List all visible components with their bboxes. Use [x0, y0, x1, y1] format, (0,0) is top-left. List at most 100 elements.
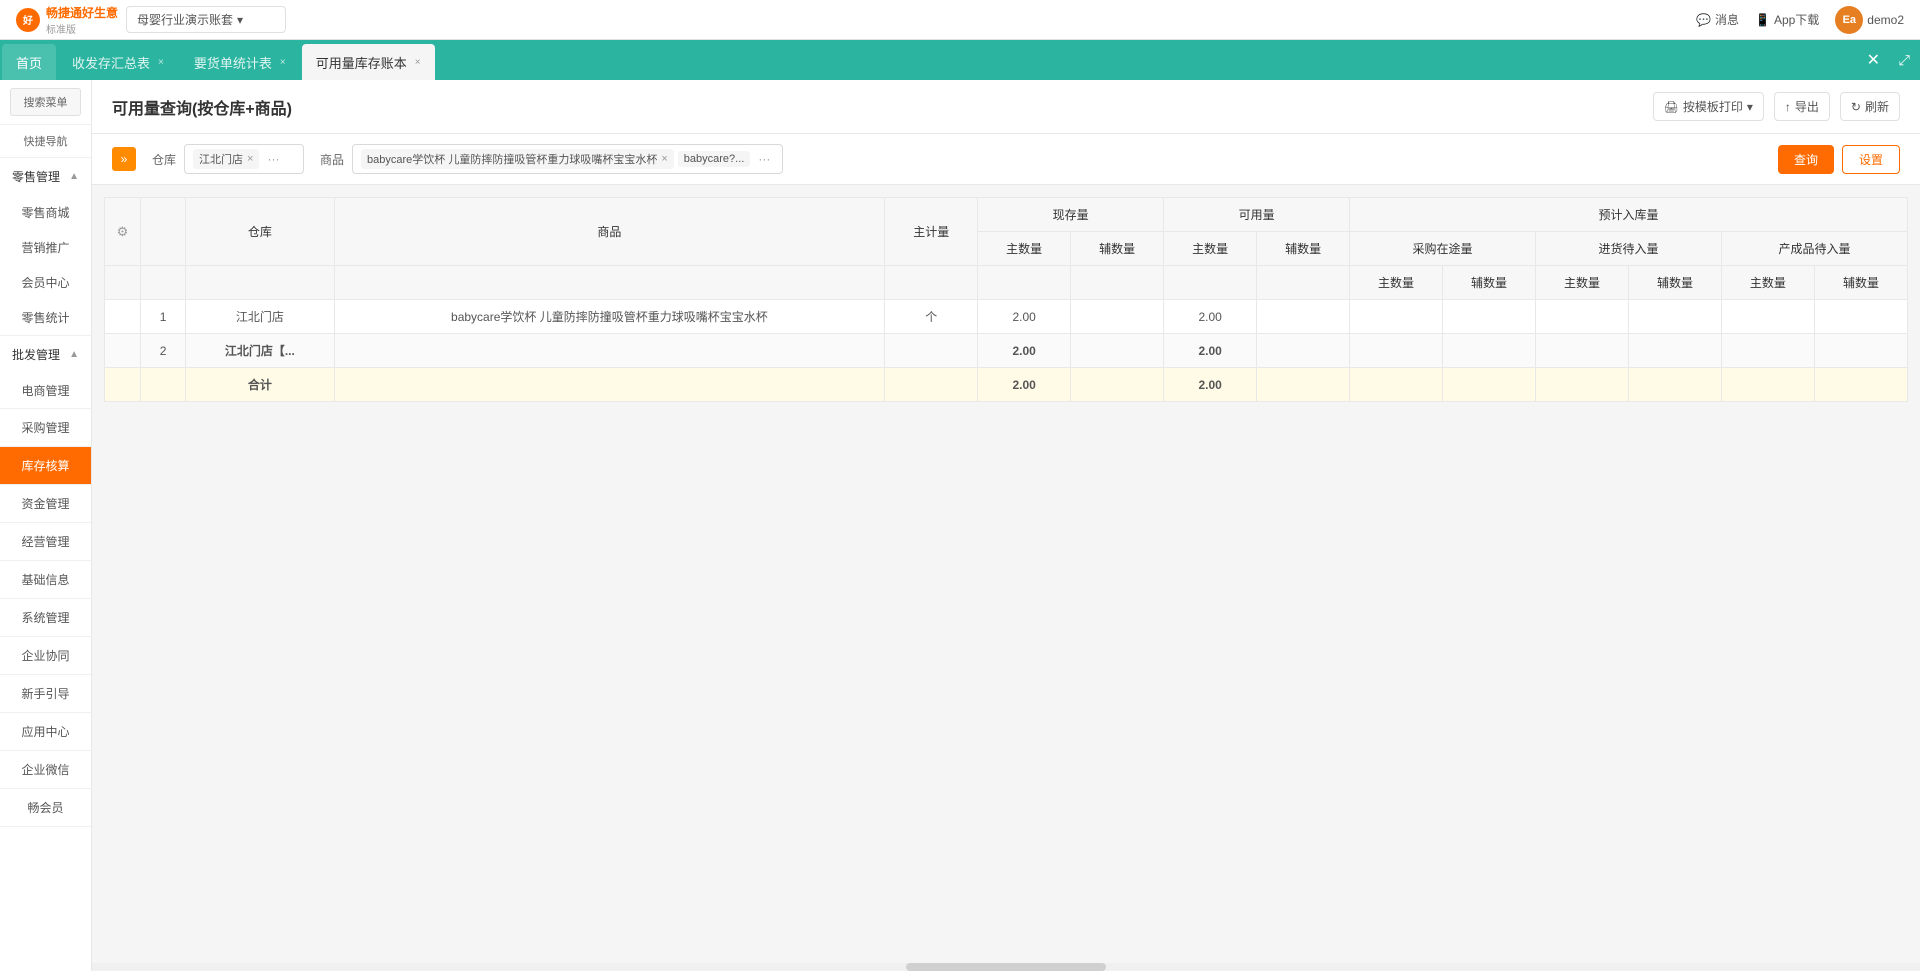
tf-avail-main: 2.00	[1164, 368, 1257, 402]
th-sub-current-main	[978, 266, 1071, 300]
sidebar-section-retail-label: 零售管理	[12, 168, 60, 185]
sidebar-item-chang-member[interactable]: 畅会员	[0, 789, 91, 827]
tab-available-close[interactable]: ×	[415, 57, 421, 68]
tab-order-stats[interactable]: 要货单统计表 ×	[180, 44, 300, 80]
tab-available-label: 可用量库存账本	[316, 53, 407, 72]
th-production-aux: 辅数量	[1814, 266, 1907, 300]
sidebar-item-enterprise-wechat[interactable]: 企业微信	[0, 751, 91, 789]
logo-info: 畅捷通好生意 标准版	[46, 4, 118, 36]
app-download-action[interactable]: 📱 App下载	[1755, 11, 1819, 28]
settings-icon[interactable]: ⚙	[117, 224, 129, 239]
sidebar-item-app-center[interactable]: 应用中心	[0, 713, 91, 751]
tenant-selector[interactable]: 母婴行业演示账套 ▾	[126, 6, 286, 33]
td-inbound-aux-2	[1628, 334, 1721, 368]
tenant-name: 母婴行业演示账套	[137, 11, 233, 28]
print-btn[interactable]: 🖨 按模板打印 ▾	[1653, 92, 1764, 121]
filter-expand-btn[interactable]: »	[112, 147, 136, 171]
quick-nav-button[interactable]: 快捷导航	[0, 125, 91, 158]
product-tag-1-remove[interactable]: ×	[661, 153, 667, 165]
sidebar-item-operation[interactable]: 经营管理	[0, 523, 91, 561]
sidebar-item-finance[interactable]: 资金管理	[0, 485, 91, 523]
sidebar-search-button[interactable]: 搜索菜单	[10, 88, 81, 116]
retail-section-arrow: ▲	[69, 171, 79, 182]
message-action[interactable]: 💬 消息	[1696, 11, 1739, 28]
logo-sub: 标准版	[46, 21, 118, 36]
tf-current-main: 2.00	[978, 368, 1071, 402]
th-current-stock-group: 现存量	[978, 198, 1164, 232]
tab-home[interactable]: 首页	[2, 44, 56, 80]
table-row: 2 江北门店【... 2.00 2.00	[105, 334, 1908, 368]
sidebar-item-new-guide[interactable]: 新手引导	[0, 675, 91, 713]
th-index	[141, 198, 186, 266]
warehouse-tag-text: 江北门店	[199, 151, 243, 167]
tf-label: 合计	[186, 368, 334, 402]
message-icon: 💬	[1696, 13, 1711, 27]
td-current-main-2: 2.00	[978, 334, 1071, 368]
td-product-2	[334, 334, 885, 368]
tab-receive-label: 收发存汇总表	[72, 53, 150, 72]
td-production-main-2	[1721, 334, 1814, 368]
td-warehouse-2: 江北门店【...	[186, 334, 334, 368]
tab-receive-summary[interactable]: 收发存汇总表 ×	[58, 44, 178, 80]
product-more-dots[interactable]: ···	[754, 152, 774, 166]
tab-home-label: 首页	[16, 53, 42, 72]
table-body: 1 江北门店 babycare学饮杯 儿童防摔防撞吸管杯重力球吸嘴杯宝宝水杯 个…	[105, 300, 1908, 368]
logo-text: 畅捷通好生意	[46, 4, 118, 21]
export-btn[interactable]: ↑ 导出	[1774, 92, 1830, 121]
th-current-main: 主数量	[978, 232, 1071, 266]
sidebar-item-inventory[interactable]: 库存核算	[0, 447, 91, 485]
td-current-aux-2	[1071, 334, 1164, 368]
td-gear-2	[105, 334, 141, 368]
print-label: 按模板打印	[1683, 98, 1743, 115]
th-inbound-pending-group: 进货待入量	[1536, 232, 1722, 266]
tf-production-main	[1721, 368, 1814, 402]
th-production-pending-group: 产成品待入量	[1721, 232, 1907, 266]
sidebar-item-marketing[interactable]: 营销推广	[0, 230, 91, 265]
tab-receive-close[interactable]: ×	[158, 57, 164, 68]
td-avail-main-2: 2.00	[1164, 334, 1257, 368]
td-inbound-main-1	[1536, 300, 1629, 334]
sidebar-item-retail-stats[interactable]: 零售统计	[0, 300, 91, 335]
warehouse-filter-input[interactable]: 江北门店 × ···	[184, 144, 304, 174]
tf-gear	[105, 368, 141, 402]
refresh-btn[interactable]: ↻ 刷新	[1840, 92, 1900, 121]
th-purchase-aux: 辅数量	[1443, 266, 1536, 300]
th-unit: 主计量	[885, 198, 978, 266]
tab-available-stock[interactable]: 可用量库存账本 ×	[302, 44, 435, 80]
table-area: ⚙ 仓库 商品 主计量 现存量 可用量 预计入库量 主数量 辅数量 主数量	[92, 185, 1920, 963]
sidebar-item-members[interactable]: 会员中心	[0, 265, 91, 300]
td-inbound-main-2	[1536, 334, 1629, 368]
data-table: ⚙ 仓库 商品 主计量 现存量 可用量 预计入库量 主数量 辅数量 主数量	[104, 197, 1908, 402]
bottom-scrollbar[interactable]	[92, 963, 1920, 971]
sidebar-item-purchase[interactable]: 采购管理	[0, 409, 91, 447]
product-filter-input[interactable]: babycare学饮杯 儿童防摔防撞吸管杯重力球吸嘴杯宝宝水杯 × babyca…	[352, 144, 783, 174]
td-avail-aux-1	[1257, 300, 1350, 334]
tf-current-aux	[1071, 368, 1164, 402]
warehouse-tag-remove[interactable]: ×	[247, 153, 253, 165]
query-button[interactable]: 查询	[1778, 145, 1834, 174]
sidebar-section-wholesale: 批发管理 ▲ 电商管理	[0, 336, 91, 409]
td-inbound-aux-1	[1628, 300, 1721, 334]
sidebar-item-enterprise-collab[interactable]: 企业协同	[0, 637, 91, 675]
app-download-label: App下载	[1774, 11, 1819, 28]
tab-order-close[interactable]: ×	[280, 57, 286, 68]
td-unit-1: 个	[885, 300, 978, 334]
close-all-tabs[interactable]: ✕	[1867, 50, 1880, 70]
td-purchase-main-1	[1350, 300, 1443, 334]
sidebar-section-wholesale-header[interactable]: 批发管理 ▲	[0, 336, 91, 373]
nav-tabs: 首页 收发存汇总表 × 要货单统计表 × 可用量库存账本 × ✕ ⤢	[0, 40, 1920, 80]
warehouse-more-dots[interactable]: ···	[263, 152, 283, 166]
sidebar-item-retail-mall[interactable]: 零售商城	[0, 195, 91, 230]
expand-nav-icon[interactable]: ⤢	[1899, 52, 1910, 69]
print-dropdown-icon: ▾	[1747, 100, 1753, 114]
th-sub-index	[141, 266, 186, 300]
sidebar-search-area: 搜索菜单	[0, 80, 91, 125]
product-tag-1-text: babycare学饮杯 儿童防摔防撞吸管杯重力球吸嘴杯宝宝水杯	[367, 151, 657, 167]
refresh-label: 刷新	[1865, 98, 1889, 115]
sidebar-item-basic-info[interactable]: 基础信息	[0, 561, 91, 599]
sidebar-item-ecommerce[interactable]: 电商管理	[0, 373, 91, 408]
sidebar-item-system[interactable]: 系统管理	[0, 599, 91, 637]
sidebar-section-retail-header[interactable]: 零售管理 ▲	[0, 158, 91, 195]
setting-button[interactable]: 设置	[1842, 145, 1900, 174]
user-area[interactable]: Ea demo2	[1835, 6, 1904, 34]
